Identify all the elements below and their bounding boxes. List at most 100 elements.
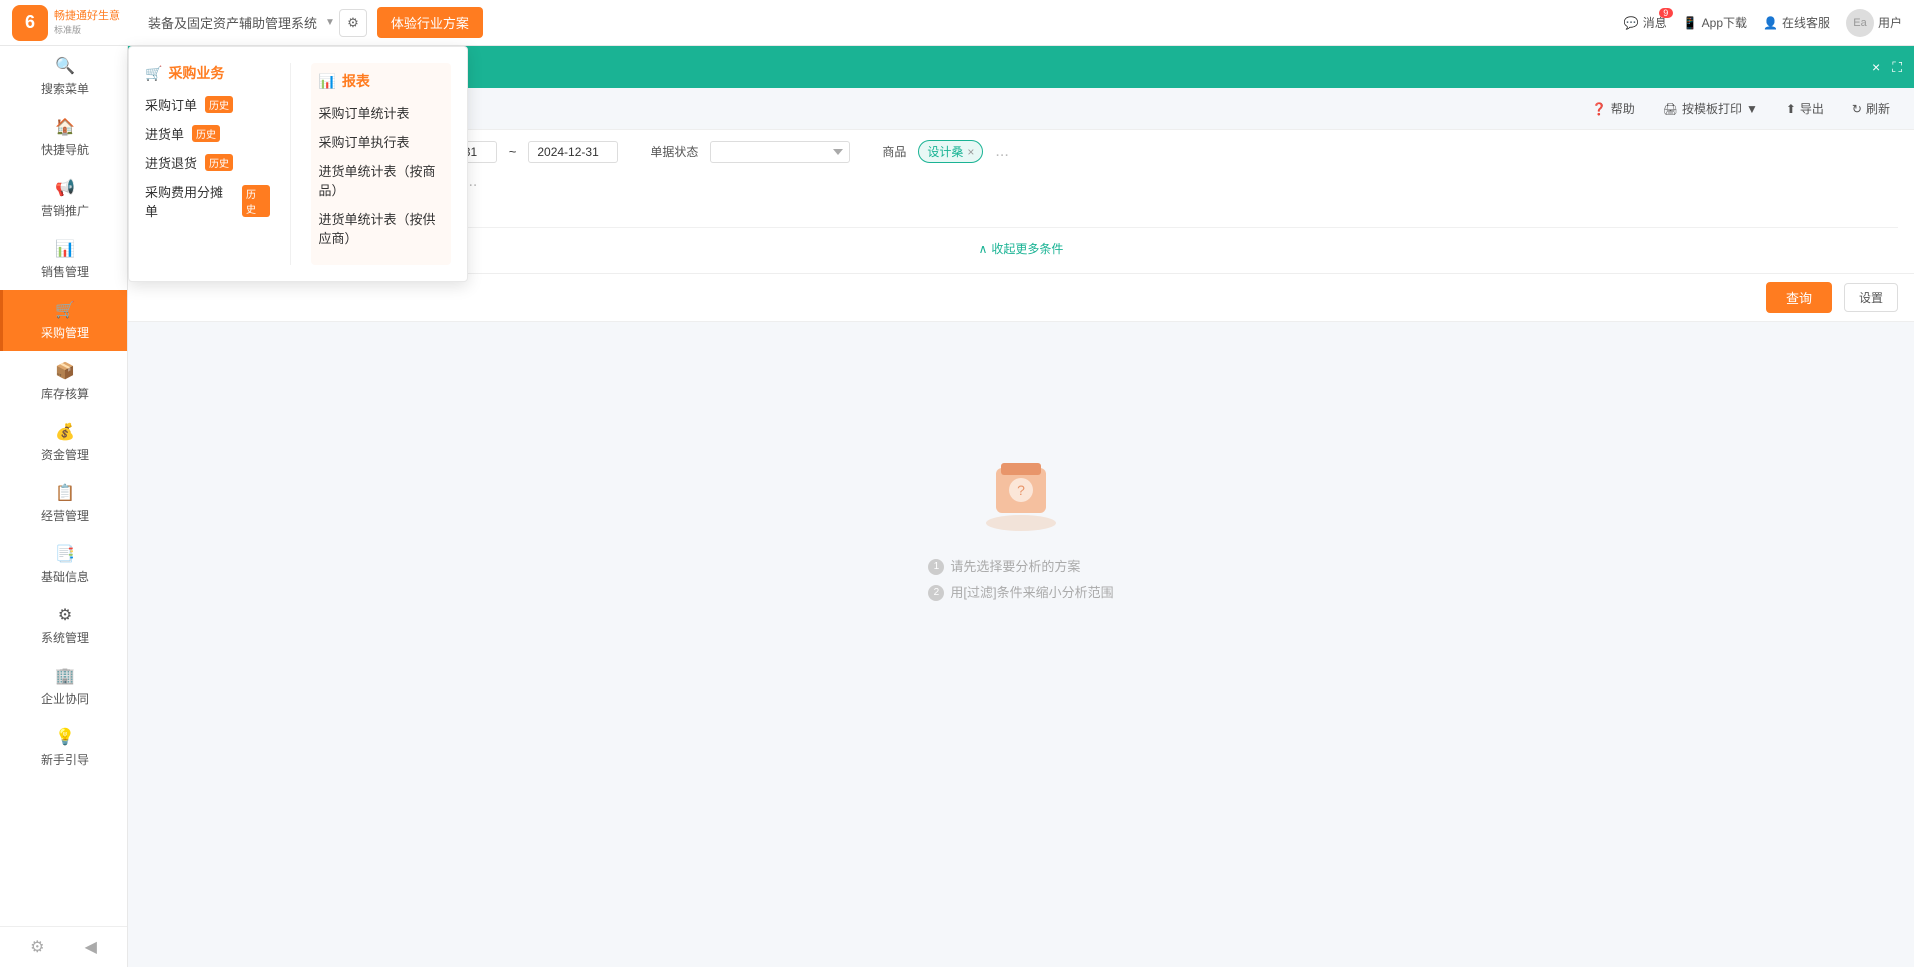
empty-state: ? 1 请先选择要分析的方案 2 用[过滤]条件来缩小分析范围: [128, 322, 1914, 722]
purchase-section: 🛒 采购业务 采购订单 历史 进货单 历史 进货退货 历史 采购费用分摊单 历史: [145, 63, 270, 265]
help-icon: ❓: [1592, 102, 1607, 116]
phone-icon: 📱: [1683, 16, 1698, 30]
tip-num-2: 2: [928, 585, 944, 601]
marketing-icon: 📢: [55, 178, 75, 198]
product-more-dots[interactable]: ...: [995, 143, 1008, 161]
system-title-area: 装备及固定资产辅助管理系统 ▼: [148, 13, 335, 32]
print-dropdown-icon: ▼: [1746, 102, 1758, 116]
sidebar-item-enterprise[interactable]: 🏢 企业协同: [0, 656, 127, 717]
sidebar-label-operations: 经营管理: [41, 507, 89, 524]
sidebar-item-purchase[interactable]: 🛒 采购管理: [0, 290, 127, 351]
help-button[interactable]: ❓ 帮助: [1584, 96, 1643, 121]
sidebar-label-quick-nav: 快捷导航: [41, 141, 89, 158]
sidebar-item-search[interactable]: 🔍 搜索菜单: [0, 46, 127, 107]
system-dropdown-icon[interactable]: ▼: [325, 17, 335, 28]
query-button[interactable]: 查询: [1766, 282, 1832, 313]
empty-tips: 1 请先选择要分析的方案 2 用[过滤]条件来缩小分析范围: [928, 554, 1113, 606]
sidebar-item-sales[interactable]: 📊 销售管理: [0, 229, 127, 290]
sidebar-item-quick-nav[interactable]: 🏠 快捷导航: [0, 107, 127, 168]
app-label: App下载: [1702, 14, 1747, 31]
basic-info-icon: 📑: [55, 544, 75, 564]
goods-stats-supplier-label: 进货单统计表（按供应商）: [319, 209, 444, 247]
user-label: 用户: [1878, 14, 1902, 31]
logo-area: 6 畅捷通好生意 标准版: [12, 5, 140, 41]
sidebar-label-marketing: 营销推广: [41, 202, 89, 219]
gear-button[interactable]: ⚙: [339, 9, 367, 37]
sidebar-label-newbie: 新手引导: [41, 751, 89, 768]
sidebar-item-operations[interactable]: 📋 经营管理: [0, 473, 127, 534]
empty-tip-1: 1 请先选择要分析的方案: [928, 554, 1113, 580]
doc-status-select[interactable]: [710, 141, 850, 163]
sidebar-label-system: 系统管理: [41, 629, 89, 646]
menu-item-purchase-order-exec[interactable]: 采购订单执行表: [319, 132, 444, 151]
sidebar-label-finance: 资金管理: [41, 446, 89, 463]
sidebar: 🔍 搜索菜单 🏠 快捷导航 📢 营销推广 📊 销售管理 🛒 采购管理 📦: [0, 46, 128, 967]
online-service-button[interactable]: 👤 在线客服: [1763, 14, 1830, 31]
tip-text-2: 用[过滤]条件来缩小分析范围: [950, 580, 1113, 606]
inventory-icon: 📦: [55, 361, 75, 381]
sidebar-item-marketing[interactable]: 📢 营销推广: [0, 168, 127, 229]
product-label: 商品: [882, 143, 906, 160]
menu-item-purchase-order-stats[interactable]: 采购订单统计表: [319, 103, 444, 122]
message-badge: 9: [1659, 8, 1673, 18]
app-download-button[interactable]: 📱 App下载: [1683, 14, 1747, 31]
empty-tip-2: 2 用[过滤]条件来缩小分析范围: [928, 580, 1113, 606]
service-label: 在线客服: [1782, 14, 1830, 31]
menu-item-purchase-expense[interactable]: 采购费用分摊单 历史: [145, 182, 270, 220]
goods-receipt-history[interactable]: 历史: [192, 125, 220, 142]
message-button[interactable]: 💬 消息 9: [1624, 14, 1667, 31]
refresh-button[interactable]: ↻ 刷新: [1844, 96, 1898, 121]
sidebar-item-newbie[interactable]: 💡 新手引导: [0, 717, 127, 778]
menu-item-goods-stats-by-supplier[interactable]: 进货单统计表（按供应商）: [319, 209, 444, 247]
goods-return-history[interactable]: 历史: [205, 154, 233, 171]
user-button[interactable]: Ea 用户: [1846, 9, 1902, 37]
menu-item-goods-receipt[interactable]: 进货单 历史: [145, 124, 270, 143]
close-all-tabs-button[interactable]: ×: [1868, 55, 1884, 79]
purchase-order-exec-label: 采购订单执行表: [319, 132, 410, 151]
svg-text:?: ?: [1017, 482, 1025, 498]
sidebar-label-inventory: 库存核算: [41, 385, 89, 402]
goods-receipt-label: 进货单: [145, 124, 184, 143]
purchase-expense-history[interactable]: 历史: [242, 185, 270, 217]
sidebar-item-inventory[interactable]: 📦 库存核算: [0, 351, 127, 412]
sidebar-collapse-button[interactable]: ◀: [85, 937, 97, 957]
sidebar-bottom: ⚙ ◀: [0, 926, 127, 967]
sidebar-label-search: 搜索菜单: [41, 80, 89, 97]
purchase-icon: 🛒: [55, 300, 75, 320]
fullscreen-button[interactable]: ⛶: [1888, 55, 1906, 80]
menu-item-goods-return[interactable]: 进货退货 历史: [145, 153, 270, 172]
menu-item-goods-stats-by-product[interactable]: 进货单统计表（按商品）: [319, 161, 444, 199]
date-to-input[interactable]: [528, 141, 618, 163]
report-section: 📊 报表 采购订单统计表 采购订单执行表 进货单统计表（按商品） 进货单统计表（…: [311, 63, 452, 265]
collapse-filter-button[interactable]: ∧ 收起更多条件: [979, 234, 1064, 263]
search-icon: 🔍: [55, 56, 75, 76]
export-icon: ⬆: [1786, 102, 1796, 116]
product-tag[interactable]: 设计桑 ×: [918, 140, 983, 163]
purchase-order-history[interactable]: 历史: [205, 96, 233, 113]
report-section-icon: 📊: [319, 73, 336, 90]
sidebar-item-system[interactable]: ⚙ 系统管理: [0, 595, 127, 656]
finance-icon: 💰: [55, 422, 75, 442]
refresh-icon: ↻: [1852, 102, 1862, 116]
export-button[interactable]: ⬆ 导出: [1778, 96, 1832, 121]
print-button[interactable]: 🖨 按模板打印 ▼: [1655, 96, 1766, 121]
sidebar-item-basic-info[interactable]: 📑 基础信息: [0, 534, 127, 595]
menu-divider: [290, 63, 291, 265]
newbie-icon: 💡: [55, 727, 75, 747]
sidebar-label-enterprise: 企业协同: [41, 690, 89, 707]
service-icon: 👤: [1763, 16, 1778, 30]
product-tag-close[interactable]: ×: [967, 145, 974, 159]
logo-text: 畅捷通好生意: [54, 9, 120, 23]
empty-illustration: ?: [971, 438, 1071, 538]
menu-item-purchase-order[interactable]: 采购订单 历史: [145, 95, 270, 114]
tab-right-buttons: × ⛶: [1868, 55, 1914, 80]
sidebar-item-finance[interactable]: 💰 资金管理: [0, 412, 127, 473]
sidebar-settings-button[interactable]: ⚙: [30, 937, 44, 957]
settings-button[interactable]: 设置: [1844, 283, 1898, 312]
sidebar-label-basic-info: 基础信息: [41, 568, 89, 585]
industry-button[interactable]: 体验行业方案: [377, 7, 483, 38]
product-tag-text: 设计桑: [927, 143, 963, 160]
sales-icon: 📊: [55, 239, 75, 259]
logo-icon: 6: [12, 5, 48, 41]
purchase-order-label: 采购订单: [145, 95, 197, 114]
